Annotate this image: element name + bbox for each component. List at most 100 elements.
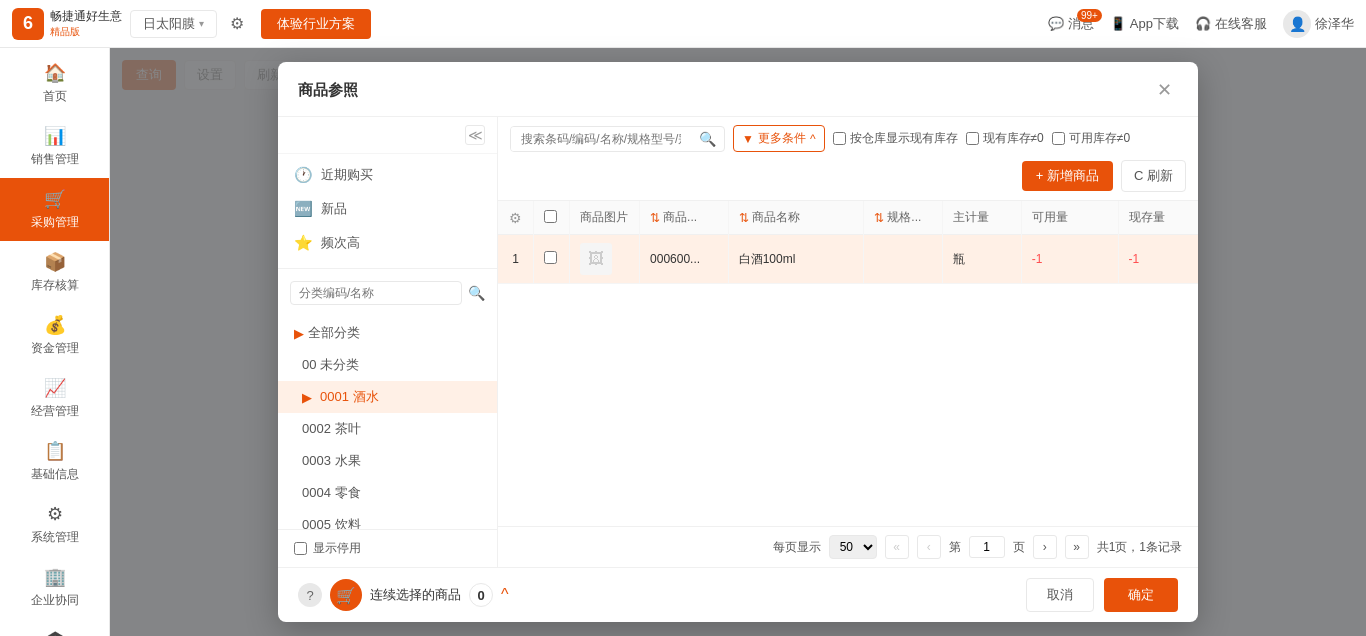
checkbox-available[interactable] xyxy=(1052,132,1065,145)
confirm-btn[interactable]: 确定 xyxy=(1104,578,1178,612)
checkbox-stock[interactable] xyxy=(966,132,979,145)
td-checkbox[interactable] xyxy=(534,235,570,284)
cat-0002[interactable]: 0002 茶叶 xyxy=(278,413,497,445)
cat-0001[interactable]: ▶ 0001 酒水 xyxy=(278,381,497,413)
star-icon: ⭐ xyxy=(294,234,313,252)
toolbar: 🔍 ▼ 更多条件 ^ 按仓库显示现有库存 xyxy=(498,117,1198,201)
quick-nav-new[interactable]: 🆕 新品 xyxy=(278,192,497,226)
cat-0001-arrow: ▶ xyxy=(302,390,312,405)
app-download-item[interactable]: 📱 App下载 xyxy=(1110,15,1179,33)
cat-all[interactable]: ▶ 全部分类 xyxy=(278,317,497,349)
show-disabled-checkbox[interactable] xyxy=(294,542,307,555)
sidebar-label-operation: 经营管理 xyxy=(31,403,79,420)
sort-spec-icon: ⇅ xyxy=(874,211,884,225)
search-input[interactable] xyxy=(511,127,691,151)
quick-nav-frequent[interactable]: ⭐ 频次高 xyxy=(278,226,497,260)
sidebar-label-purchase: 采购管理 xyxy=(31,214,79,231)
dialog-close-button[interactable]: ✕ xyxy=(1150,76,1178,104)
td-unit: 瓶 xyxy=(943,235,1021,284)
cat-0003[interactable]: 0003 水果 xyxy=(278,445,497,477)
th-settings[interactable]: ⚙ xyxy=(498,201,534,235)
sidebar-item-purchase[interactable]: 🛒 采购管理 xyxy=(0,178,109,241)
sidebar-label-collab: 企业协同 xyxy=(31,592,79,609)
last-page-btn[interactable]: » xyxy=(1065,535,1089,559)
app-icon: 📱 xyxy=(1110,16,1126,31)
filter-btn[interactable]: ▼ 更多条件 ^ xyxy=(733,125,825,152)
logo-icon: 6 xyxy=(12,8,44,40)
help-btn[interactable]: ? xyxy=(298,583,322,607)
per-page-select[interactable]: 50 xyxy=(829,535,877,559)
table-header-row: ⚙ 商品图片 xyxy=(498,201,1198,235)
service-item[interactable]: 🎧 在线客服 xyxy=(1195,15,1267,33)
modal-overlay: 商品参照 ✕ ≪ 🕐 近期购买 xyxy=(110,48,1366,636)
sidebar-item-operation[interactable]: 📈 经营管理 xyxy=(0,367,109,430)
cancel-btn[interactable]: 取消 xyxy=(1026,578,1094,612)
first-page-btn[interactable]: « xyxy=(885,535,909,559)
pagination-bar: 每页显示 50 « ‹ 第 页 › » 共1页，1条记录 xyxy=(498,526,1198,567)
message-badge: 99+ xyxy=(1077,9,1102,22)
left-panel-top: ≪ xyxy=(278,117,497,154)
category-search-btn[interactable]: 🔍 xyxy=(468,285,485,301)
td-name: 白酒100ml xyxy=(728,235,864,284)
checkbox-warehouse[interactable] xyxy=(833,132,846,145)
checkbox-warehouse-label[interactable]: 按仓库显示现有库存 xyxy=(833,130,958,147)
row-checkbox[interactable] xyxy=(544,251,557,264)
logo-area: 6 畅捷通好生意 精品版 xyxy=(12,8,122,40)
checkbox-available-label[interactable]: 可用库存≠0 xyxy=(1052,130,1130,147)
cat-00[interactable]: 00 未分类 xyxy=(278,349,497,381)
cart-count: 0 xyxy=(469,583,493,607)
th-stock: 现存量 xyxy=(1118,201,1198,235)
content-area: 查询 设置 刷新 商品参照 ✕ ≪ xyxy=(110,48,1366,636)
quick-nav-recent[interactable]: 🕐 近期购买 xyxy=(278,158,497,192)
category-search-input[interactable] xyxy=(290,281,462,305)
th-spec[interactable]: ⇅ 规格... xyxy=(864,201,943,235)
filter-label: 更多条件 xyxy=(758,130,806,147)
quick-nav: 🕐 近期购买 🆕 新品 ⭐ 频次高 xyxy=(278,154,497,264)
quick-nav-frequent-label: 频次高 xyxy=(321,234,360,252)
table-row[interactable]: 1 🖼 000600... 白酒100ml xyxy=(498,235,1198,284)
message-item[interactable]: 💬 消息 99+ xyxy=(1048,15,1094,33)
settings-icon[interactable]: ⚙ xyxy=(221,8,253,40)
sidebar-item-guide[interactable]: 🎓 新手引导 xyxy=(0,619,109,636)
collapse-footer-btn[interactable]: ^ xyxy=(501,586,509,604)
sidebar-item-basic[interactable]: 📋 基础信息 xyxy=(0,430,109,493)
sales-icon: 📊 xyxy=(44,125,66,147)
th-code[interactable]: ⇅ 商品... xyxy=(640,201,729,235)
filter-icon: ▼ xyxy=(742,132,754,146)
sidebar-item-collab[interactable]: 🏢 企业协同 xyxy=(0,556,109,619)
refresh-btn[interactable]: C 刷新 xyxy=(1121,160,1186,192)
sidebar-item-system[interactable]: ⚙ 系统管理 xyxy=(0,493,109,556)
checkbox-stock-label[interactable]: 现有库存≠0 xyxy=(966,130,1044,147)
th-unit: 主计量 xyxy=(943,201,1021,235)
page-label: 第 xyxy=(949,539,961,556)
product-table-container: ⚙ 商品图片 xyxy=(498,201,1198,526)
select-all-checkbox[interactable] xyxy=(544,210,557,223)
product-reference-dialog: 商品参照 ✕ ≪ 🕐 近期购买 xyxy=(278,62,1198,622)
next-page-btn[interactable]: › xyxy=(1033,535,1057,559)
th-available: 可用量 xyxy=(1021,201,1118,235)
cart-btn[interactable]: 🛒 xyxy=(330,579,362,611)
store-dropdown[interactable]: 日太阳膜 ▾ xyxy=(130,10,217,38)
divider xyxy=(278,268,497,269)
cat-0004[interactable]: 0004 零食 xyxy=(278,477,497,509)
sidebar-item-home[interactable]: 🏠 首页 xyxy=(0,52,109,115)
sort-icon: ⇅ xyxy=(650,211,660,225)
search-submit-btn[interactable]: 🔍 xyxy=(691,127,724,151)
sidebar-item-finance[interactable]: 💰 资金管理 xyxy=(0,304,109,367)
td-spec xyxy=(864,235,943,284)
sidebar-item-inventory[interactable]: 📦 库存核算 xyxy=(0,241,109,304)
th-name[interactable]: ⇅ 商品名称 xyxy=(728,201,864,235)
prev-page-btn[interactable]: ‹ xyxy=(917,535,941,559)
inventory-icon: 📦 xyxy=(44,251,66,273)
cat-0003-label: 0003 水果 xyxy=(302,452,361,470)
experience-btn[interactable]: 体验行业方案 xyxy=(261,9,371,39)
td-code: 000600... xyxy=(640,235,729,284)
user-item[interactable]: 👤 徐泽华 xyxy=(1283,10,1354,38)
cat-0005[interactable]: 0005 饮料 xyxy=(278,509,497,529)
page-input[interactable] xyxy=(969,536,1005,558)
collapse-left-btn[interactable]: ≪ xyxy=(465,125,485,145)
th-checkbox[interactable] xyxy=(534,201,570,235)
sidebar-label-finance: 资金管理 xyxy=(31,340,79,357)
add-product-btn[interactable]: + 新增商品 xyxy=(1022,161,1113,191)
sidebar-item-sales[interactable]: 📊 销售管理 xyxy=(0,115,109,178)
